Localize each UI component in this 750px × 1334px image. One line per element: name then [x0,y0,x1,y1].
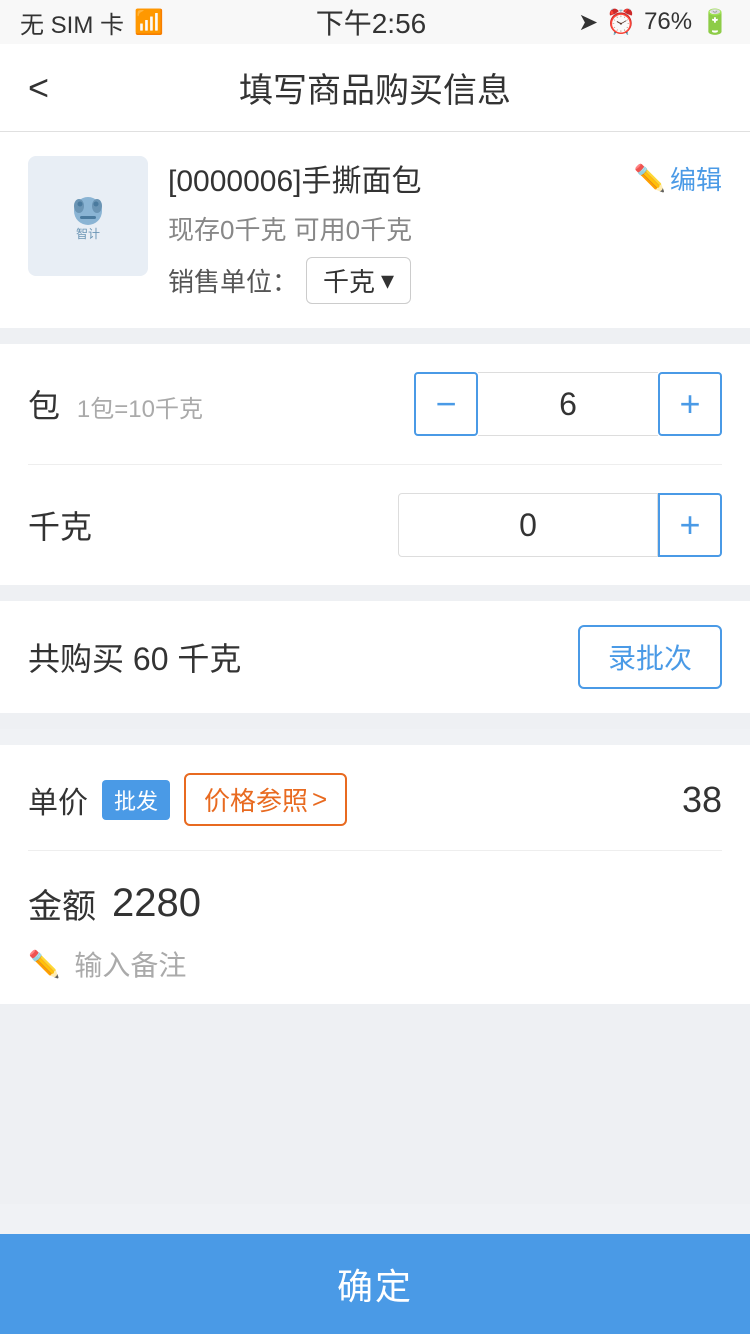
status-bar: 无 SIM 卡 📶 下午2:56 ➤ ⏰ 76% 🔋 [0,0,750,44]
bao-decrement-button[interactable]: − [414,372,478,436]
amount-value: 2280 [112,881,201,926]
product-info: [0000006]手撕面包 ✏️ 编辑 现存0千克 可用0千克 销售单位： 千克… [168,156,722,304]
svg-text:智计: 智计 [76,226,100,241]
bao-hint: 1包=10千克 [77,396,203,423]
sim-status: 无 SIM 卡 [20,5,124,40]
back-button[interactable]: < [28,67,49,109]
location-icon: ➤ [578,8,598,37]
batch-button[interactable]: 录批次 [578,625,722,689]
kg-row: 千克 + [28,465,722,585]
price-section: 单价 批发 价格参照 > 38 [0,745,750,851]
price-badge: 批发 [102,780,170,820]
battery-icon: 🔋 [700,8,730,37]
nav-bar: < 填写商品购买信息 [0,44,750,132]
total-section: 共购买 60 千克 录批次 [0,601,750,713]
remark-placeholder: 输入备注 [74,944,186,984]
page-title: 填写商品购买信息 [239,63,511,112]
divider-3 [0,713,750,729]
total-amount: 60 [133,641,169,677]
bao-increment-button[interactable]: + [658,372,722,436]
kg-label: 千克 [28,502,398,548]
product-section: 智计 [0000006]手撕面包 ✏️ 编辑 现存0千克 可用0千克 销售单位：… [0,132,750,328]
input-section: 包 1包=10千克 − + 千克 + [0,344,750,585]
status-time: 下午2:56 [316,2,427,42]
divider-1 [0,328,750,344]
dropdown-icon: ▾ [381,265,394,296]
unit-select[interactable]: 千克 ▾ [306,257,411,304]
product-unit: 销售单位： 千克 ▾ [168,257,722,304]
edit-link[interactable]: ✏️ 编辑 [634,160,722,197]
bao-row: 包 1包=10千克 − + [28,344,722,465]
kg-qty-control: + [398,493,722,557]
price-row: 单价 批发 价格参照 > 38 [28,773,722,851]
amount-label: 金额 [28,879,96,928]
product-stock: 现存0千克 可用0千克 [168,210,722,247]
alarm-icon: ⏰ [606,8,636,37]
divider-2 [0,585,750,601]
price-ref-button[interactable]: 价格参照 > [184,773,347,826]
bao-label: 包 1包=10千克 [28,381,414,427]
edit-icon: ✏️ [634,163,666,194]
chevron-right-icon: > [312,784,327,815]
kg-increment-button[interactable]: + [658,493,722,557]
product-name: [0000006]手撕面包 [168,156,421,200]
status-left: 无 SIM 卡 📶 [20,5,164,40]
total-text: 共购买 60 千克 [28,634,241,680]
price-label: 单价 [28,778,88,822]
battery-level: 76% [644,8,692,36]
status-right: ➤ ⏰ 76% 🔋 [578,8,730,37]
confirm-button[interactable]: 确定 [0,1234,750,1334]
product-image: 智计 [28,156,148,276]
kg-input[interactable] [398,493,658,557]
pencil-icon: ✏️ [28,949,60,980]
price-value: 38 [682,779,722,821]
wifi-icon: 📶 [134,8,164,37]
bao-input[interactable] [478,372,658,436]
bao-qty-control: − + [414,372,722,436]
amount-row: 金额 2280 [28,879,722,928]
amount-section: 金额 2280 ✏️ 输入备注 [0,851,750,1004]
remark-row[interactable]: ✏️ 输入备注 [28,944,722,984]
empty-area [0,1004,750,1204]
